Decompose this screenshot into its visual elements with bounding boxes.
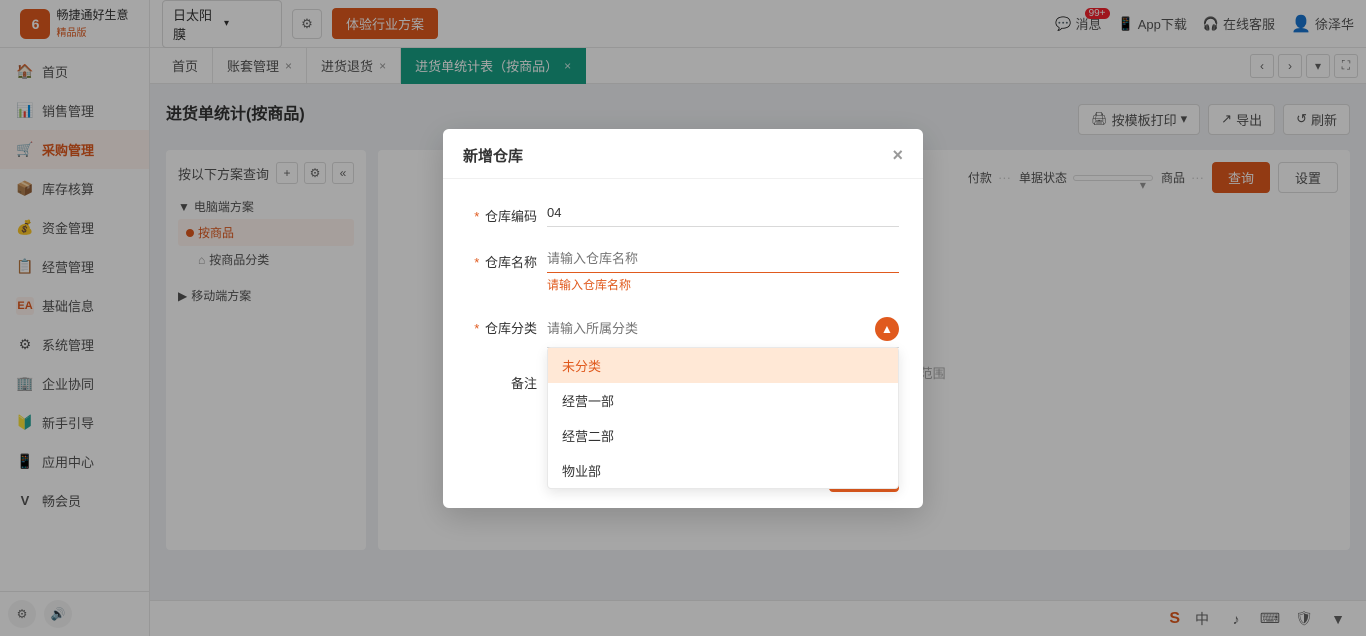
dialog-close-btn[interactable]: × (892, 146, 903, 164)
category-dropdown[interactable]: ▲ (547, 311, 899, 348)
dialog-overlay: 新增仓库 × * 仓库编码 * 仓库名称 (0, 0, 1366, 636)
form-row-name: * 仓库名称 请输入仓库名称 (467, 245, 899, 293)
name-label: * 仓库名称 (467, 245, 537, 271)
dropdown-option-ops2[interactable]: 经营二部 (548, 418, 898, 453)
remark-label: 备注 (467, 366, 537, 392)
required-star: * (474, 255, 479, 270)
form-row-code: * 仓库编码 (467, 199, 899, 227)
dropdown-option-uncategorized[interactable]: 未分类 (548, 348, 898, 383)
required-star: * (474, 321, 479, 336)
category-label: * 仓库分类 (467, 311, 537, 337)
name-input[interactable] (547, 245, 899, 273)
dialog-body: * 仓库编码 * 仓库名称 请输入仓库名称 (443, 179, 923, 447)
dialog-header: 新增仓库 × (443, 129, 923, 179)
form-row-category: * 仓库分类 ▲ 未分类 经营一部 (467, 311, 899, 348)
code-field (547, 199, 899, 227)
category-input[interactable] (547, 321, 875, 336)
category-field: ▲ 未分类 经营一部 经营二部 物业 (547, 311, 899, 348)
new-warehouse-dialog: 新增仓库 × * 仓库编码 * 仓库名称 (443, 129, 923, 508)
code-input[interactable] (547, 199, 899, 227)
required-star: * (474, 209, 479, 224)
chevron-up-icon: ▲ (881, 322, 893, 336)
name-field: 请输入仓库名称 (547, 245, 899, 293)
dialog-title: 新增仓库 (463, 145, 523, 166)
dropdown-option-ops1[interactable]: 经营一部 (548, 383, 898, 418)
category-dropdown-arrow[interactable]: ▲ (875, 317, 899, 341)
code-label: * 仓库编码 (467, 199, 537, 225)
category-dropdown-popup: 未分类 经营一部 经营二部 物业部 (547, 347, 899, 489)
name-error-msg: 请输入仓库名称 (547, 276, 899, 293)
dropdown-option-property[interactable]: 物业部 (548, 453, 898, 488)
